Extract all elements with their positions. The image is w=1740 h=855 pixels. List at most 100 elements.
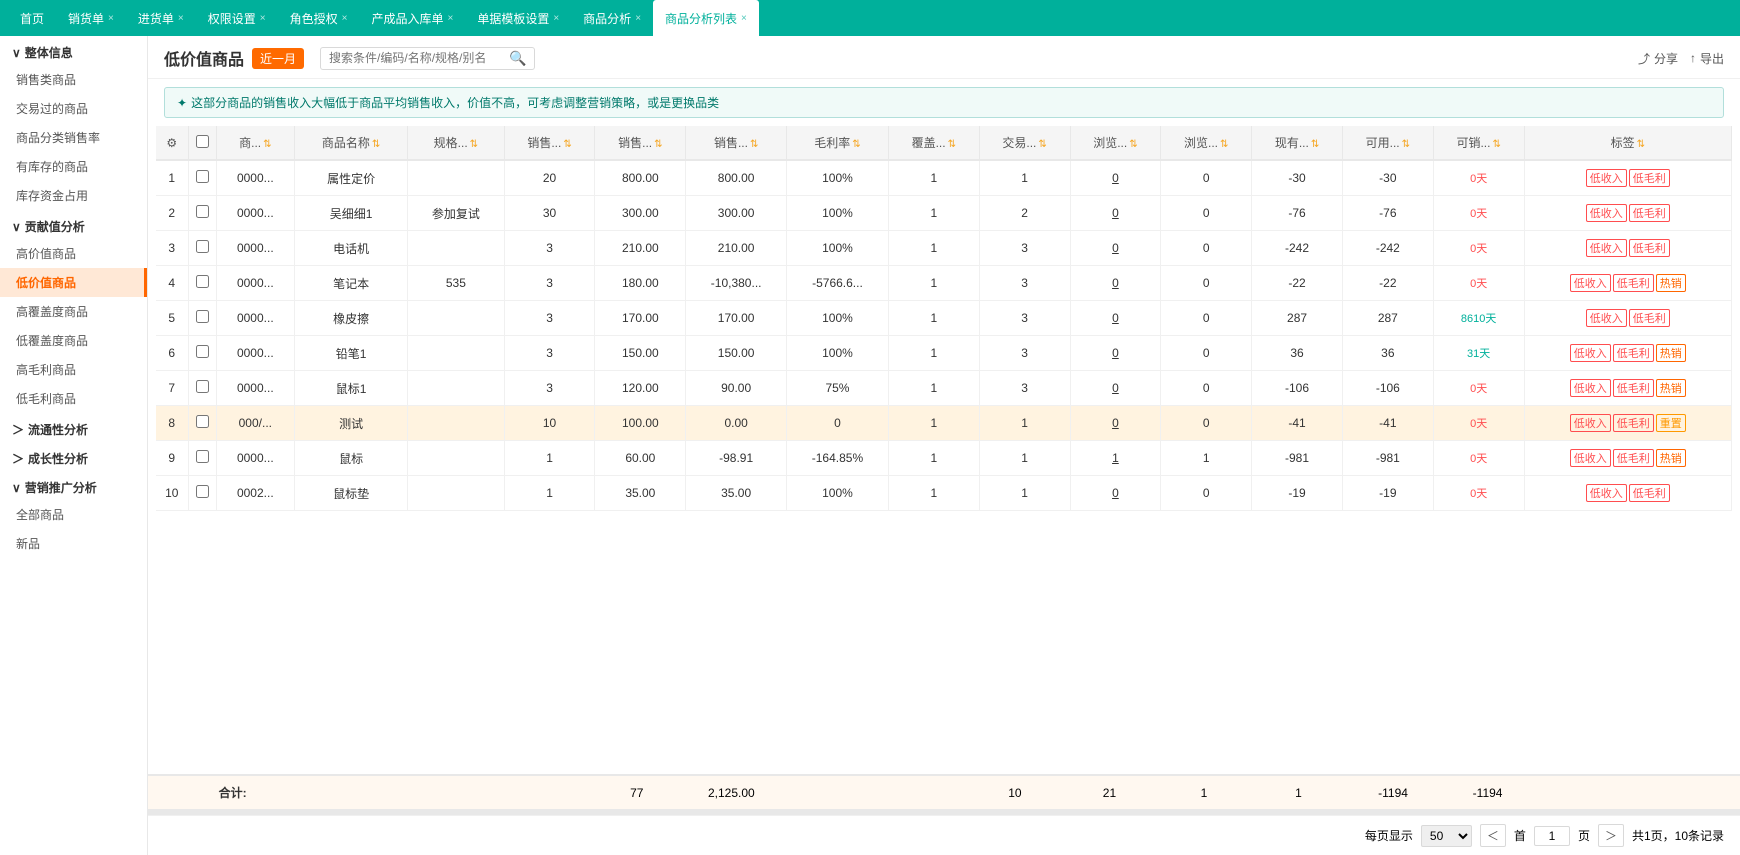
td-checkbox[interactable] (188, 160, 216, 196)
browse1-value[interactable]: 0 (1112, 416, 1119, 430)
td-name[interactable]: 吴细细1 (295, 196, 408, 231)
settings-col-header[interactable]: ⚙ (156, 126, 188, 160)
sidebar-item-in-stock[interactable]: 有库存的商品 (0, 152, 147, 181)
checkbox-col-header[interactable] (188, 126, 216, 160)
per-page-select[interactable]: 50 100 200 (1421, 825, 1472, 847)
td-name[interactable]: 电话机 (295, 231, 408, 266)
next-page-btn[interactable]: ＞ (1598, 824, 1624, 847)
nav-template-settings[interactable]: 单据模板设置 × (465, 0, 571, 36)
row-checkbox[interactable] (196, 240, 209, 253)
td-checkbox[interactable] (188, 441, 216, 476)
row-checkbox[interactable] (196, 485, 209, 498)
browse1-value[interactable]: 0 (1112, 241, 1119, 255)
td-name[interactable]: 测试 (295, 406, 408, 441)
sidebar-item-high-value[interactable]: 高价值商品 (0, 239, 147, 268)
browse1-value[interactable]: 0 (1112, 206, 1119, 220)
nav-sales-order-close[interactable]: × (108, 13, 114, 24)
browse1-value[interactable]: 1 (1112, 451, 1119, 465)
browse1-value[interactable]: 0 (1112, 311, 1119, 325)
nav-role-auth[interactable]: 角色授权 × (278, 0, 360, 36)
td-browse1[interactable]: 0 (1070, 231, 1161, 266)
td-name[interactable]: 鼠标1 (295, 371, 408, 406)
sidebar-item-new-goods[interactable]: 新品 (0, 529, 147, 558)
nav-purchase-order[interactable]: 进货单 × (126, 0, 196, 36)
td-browse1[interactable]: 0 (1070, 160, 1161, 196)
td-available: -22 (1342, 266, 1433, 301)
sidebar-group-overall[interactable]: ∨ 整体信息 (0, 36, 147, 65)
td-browse1[interactable]: 1 (1070, 441, 1161, 476)
sidebar-item-low-margin[interactable]: 低毛利商品 (0, 384, 147, 413)
sidebar-item-low-coverage[interactable]: 低覆盖度商品 (0, 326, 147, 355)
row-checkbox[interactable] (196, 380, 209, 393)
td-name[interactable]: 鼠标 (295, 441, 408, 476)
td-checkbox[interactable] (188, 301, 216, 336)
td-name[interactable]: 橡皮擦 (295, 301, 408, 336)
share-button[interactable]: ⤴ 分享 (1638, 50, 1678, 67)
browse1-value[interactable]: 0 (1112, 276, 1119, 290)
nav-role-close[interactable]: × (342, 13, 348, 24)
nav-sales-order[interactable]: 销货单 × (56, 0, 126, 36)
sidebar-group-marketing[interactable]: ∨ 营销推广分析 (0, 471, 147, 500)
td-browse1[interactable]: 0 (1070, 266, 1161, 301)
td-checkbox[interactable] (188, 476, 216, 511)
sidebar-item-category-sales-rate[interactable]: 商品分类销售率 (0, 123, 147, 152)
sidebar-item-all-goods[interactable]: 全部商品 (0, 500, 147, 529)
table-header-row: ⚙ 商...⇅ 商品名称⇅ 规格...⇅ 销售...⇅ 销售...⇅ 销售...… (156, 126, 1732, 160)
td-checkbox[interactable] (188, 336, 216, 371)
td-sellable: 0天 (1433, 266, 1524, 301)
row-checkbox[interactable] (196, 345, 209, 358)
row-checkbox[interactable] (196, 275, 209, 288)
first-page-btn[interactable]: ＜ (1480, 824, 1506, 847)
td-browse1[interactable]: 0 (1070, 301, 1161, 336)
td-name[interactable]: 属性定价 (295, 160, 408, 196)
nav-product-inbound-close[interactable]: × (447, 13, 453, 24)
browse1-value[interactable]: 0 (1112, 346, 1119, 360)
td-checkbox[interactable] (188, 196, 216, 231)
row-checkbox[interactable] (196, 415, 209, 428)
td-browse1[interactable]: 0 (1070, 196, 1161, 231)
sidebar-item-high-margin[interactable]: 高毛利商品 (0, 355, 147, 384)
row-checkbox[interactable] (196, 205, 209, 218)
time-filter-button[interactable]: 近一月 (252, 48, 304, 69)
page-number-input[interactable] (1534, 826, 1570, 846)
sidebar-item-low-value[interactable]: 低价值商品 (0, 268, 147, 297)
sidebar-group-contribution[interactable]: ∨ 贡献值分析 (0, 210, 147, 239)
td-checkbox[interactable] (188, 231, 216, 266)
nav-home[interactable]: 首页 (8, 0, 56, 36)
row-checkbox[interactable] (196, 450, 209, 463)
browse1-value[interactable]: 0 (1112, 171, 1119, 185)
td-browse1[interactable]: 0 (1070, 371, 1161, 406)
sidebar-item-sales-goods[interactable]: 销售类商品 (0, 65, 147, 94)
select-all-checkbox[interactable] (196, 135, 209, 148)
row-checkbox[interactable] (196, 310, 209, 323)
nav-permission-close[interactable]: × (260, 13, 266, 24)
row-checkbox[interactable] (196, 170, 209, 183)
td-checkbox[interactable] (188, 406, 216, 441)
sidebar-item-high-coverage[interactable]: 高覆盖度商品 (0, 297, 147, 326)
nav-analysis-list-close[interactable]: × (741, 13, 747, 24)
nav-product-analysis-list[interactable]: 商品分析列表 × (653, 0, 759, 36)
sidebar-group-growth[interactable]: ＞ 成长性分析 (0, 442, 147, 471)
sidebar-item-traded-goods[interactable]: 交易过的商品 (0, 94, 147, 123)
sidebar-group-circulation[interactable]: ＞ 流通性分析 (0, 413, 147, 442)
td-browse1[interactable]: 0 (1070, 336, 1161, 371)
browse1-value[interactable]: 0 (1112, 486, 1119, 500)
td-checkbox[interactable] (188, 266, 216, 301)
nav-product-inbound[interactable]: 产成品入库单 × (359, 0, 465, 36)
td-name[interactable]: 笔记本 (295, 266, 408, 301)
sidebar-item-stock-capital[interactable]: 库存资金占用 (0, 181, 147, 210)
nav-product-analysis[interactable]: 商品分析 × (571, 0, 653, 36)
browse1-value[interactable]: 0 (1112, 381, 1119, 395)
search-icon[interactable]: 🔍 (509, 50, 526, 67)
td-name[interactable]: 铅笔1 (295, 336, 408, 371)
export-button[interactable]: ↑ 导出 (1690, 50, 1724, 67)
td-name[interactable]: 鼠标垫 (295, 476, 408, 511)
nav-permission[interactable]: 权限设置 × (196, 0, 278, 36)
search-input[interactable] (329, 51, 509, 65)
nav-analysis-close[interactable]: × (635, 13, 641, 24)
nav-template-close[interactable]: × (553, 13, 559, 24)
nav-purchase-close[interactable]: × (178, 13, 184, 24)
td-checkbox[interactable] (188, 371, 216, 406)
td-browse1[interactable]: 0 (1070, 476, 1161, 511)
td-browse1[interactable]: 0 (1070, 406, 1161, 441)
